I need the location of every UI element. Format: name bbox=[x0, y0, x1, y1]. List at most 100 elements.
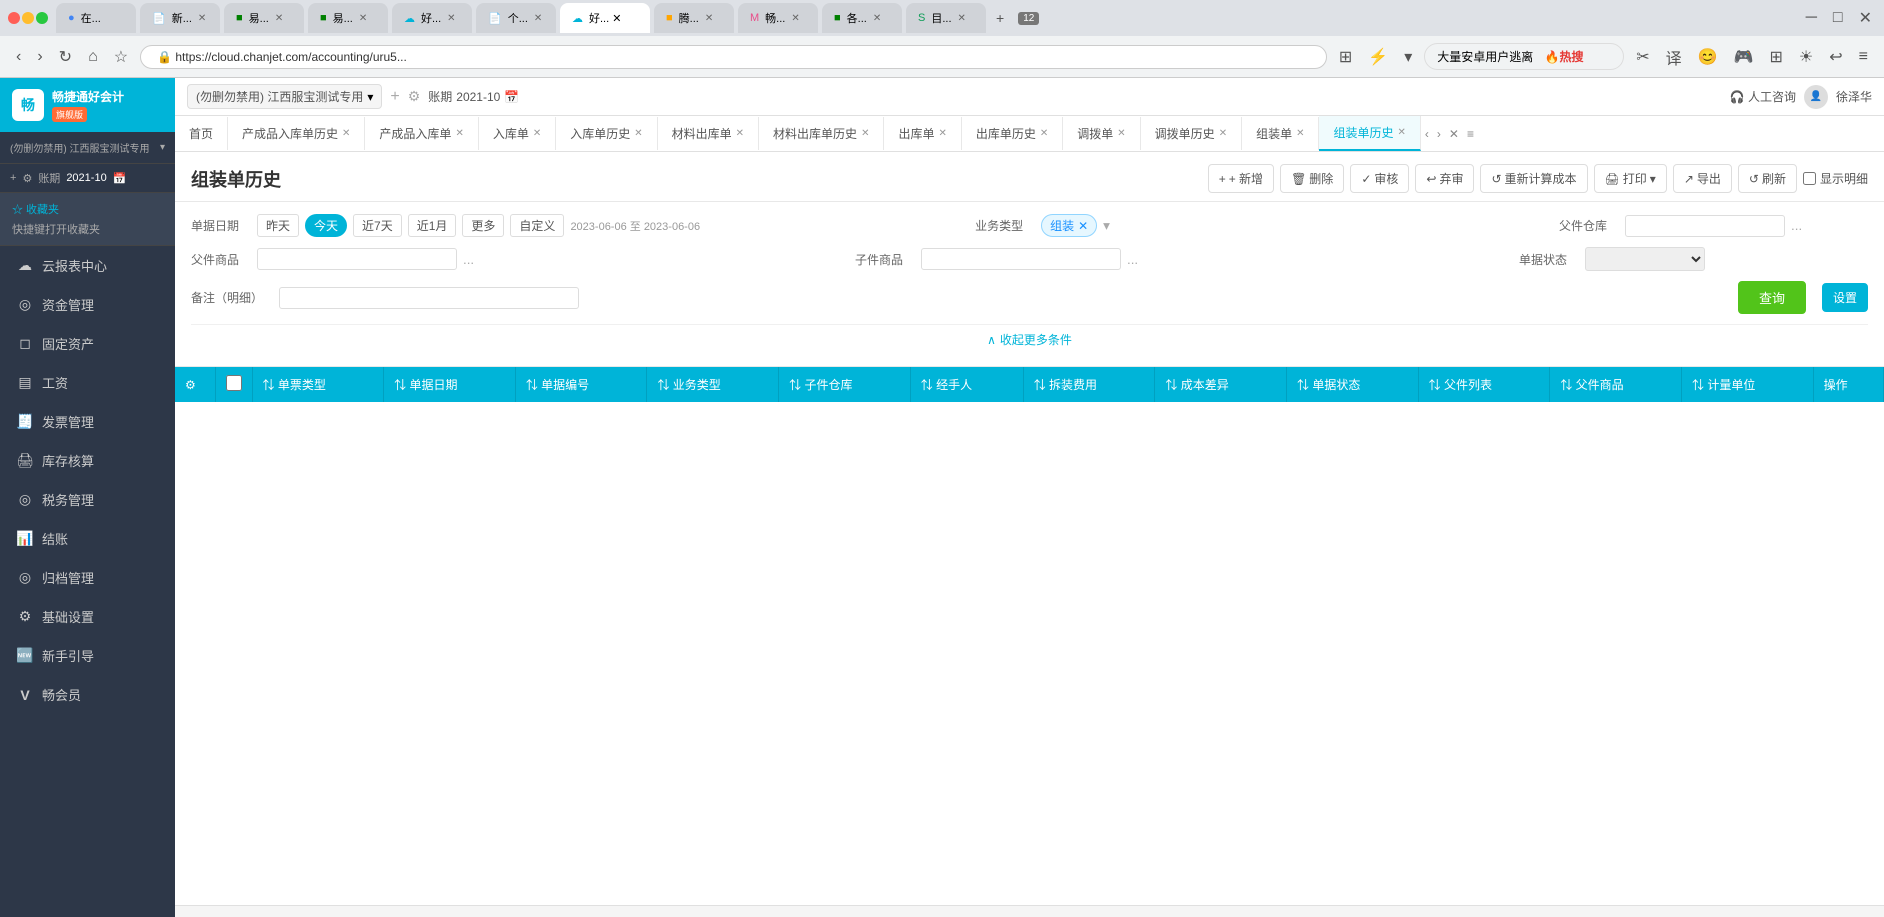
sun-btn[interactable]: ☀ bbox=[1795, 43, 1817, 71]
service-label[interactable]: 🎧 人工咨询 bbox=[1730, 88, 1796, 105]
game-btn[interactable]: 🎮 bbox=[1730, 43, 1758, 71]
th-date[interactable]: ⇅ 单据日期 bbox=[384, 367, 516, 402]
tab-assembly-history[interactable]: 组装单历史 ✕ bbox=[1319, 116, 1420, 151]
tab-outbound-close[interactable]: ✕ bbox=[938, 128, 946, 139]
tab-close-4[interactable]: ✕ bbox=[359, 13, 367, 24]
browser-search[interactable]: 大量安卓用户逃离 🔥热搜 bbox=[1424, 43, 1624, 70]
tab-close-9[interactable]: ✕ bbox=[705, 13, 713, 24]
collapse-filters-btn[interactable]: ∧ 收起更多条件 bbox=[191, 324, 1868, 354]
emoji-btn[interactable]: 😊 bbox=[1694, 43, 1722, 71]
tabs-close-all[interactable]: ✕ bbox=[1445, 127, 1463, 141]
sidebar-item-cloud-report[interactable]: ☁ 云报表中心 bbox=[0, 246, 175, 285]
tabs-right-arrow[interactable]: › bbox=[1433, 127, 1445, 141]
tab-inbound-history-close[interactable]: ✕ bbox=[634, 128, 642, 139]
column-settings-icon[interactable]: ⚙ bbox=[185, 378, 196, 392]
sidebar-item-invoice-mgmt[interactable]: 🧾 发票管理 bbox=[0, 402, 175, 441]
th-business-type[interactable]: ⇅ 业务类型 bbox=[647, 367, 779, 402]
company-settings-btn[interactable]: ⚙ bbox=[408, 88, 421, 105]
sidebar-item-archive-mgmt[interactable]: ◎ 归档管理 bbox=[0, 558, 175, 597]
new-tab-btn[interactable]: + bbox=[990, 8, 1010, 28]
back-btn[interactable]: ‹ bbox=[12, 44, 25, 70]
th-parent-list[interactable]: ⇅ 父件列表 bbox=[1418, 367, 1550, 402]
sidebar-item-tax-mgmt[interactable]: ◎ 税务管理 bbox=[0, 480, 175, 519]
browser-tab-2[interactable]: 📄新... ✕ bbox=[140, 3, 220, 33]
sidebar-item-inventory[interactable]: 🖨 库存核算 bbox=[0, 441, 175, 480]
tab-outbound-history-close[interactable]: ✕ bbox=[1040, 128, 1048, 139]
tab-assembly-history-close[interactable]: ✕ bbox=[1398, 127, 1406, 138]
tab-product-inbound-history[interactable]: 产成品入库单历史 ✕ bbox=[228, 117, 365, 150]
th-settings[interactable]: ⚙ bbox=[175, 367, 215, 402]
tab-home[interactable]: 首页 bbox=[175, 117, 228, 150]
tab-inbound[interactable]: 入库单 ✕ bbox=[479, 117, 556, 150]
bookmarks-title[interactable]: ☆ 收藏夹 bbox=[12, 201, 163, 217]
parent-goods-input[interactable] bbox=[257, 248, 457, 270]
company-selector[interactable]: (勿删勿禁用) 江西服宝测试专用 ▾ bbox=[187, 84, 382, 109]
tab-material-outbound-history[interactable]: 材料出库单历史 ✕ bbox=[759, 117, 884, 150]
tab-transfer-history[interactable]: 调拨单历史 ✕ bbox=[1141, 117, 1242, 150]
remark-input[interactable] bbox=[279, 287, 579, 309]
browser-tab-9[interactable]: ■腾... ✕ bbox=[654, 3, 734, 33]
browser-tab-4[interactable]: ■易... ✕ bbox=[308, 3, 388, 33]
tab-close-10[interactable]: ✕ bbox=[791, 13, 799, 24]
bookmark-btn[interactable]: ☆ bbox=[110, 43, 132, 71]
tab-close-2[interactable]: ✕ bbox=[198, 13, 206, 24]
order-status-select[interactable] bbox=[1585, 247, 1705, 271]
menu-btn[interactable]: ≡ bbox=[1855, 44, 1872, 70]
tab-material-outbound-history-close[interactable]: ✕ bbox=[861, 128, 869, 139]
tab-close-12[interactable]: ✕ bbox=[958, 13, 966, 24]
export-btn[interactable]: ↗ 导出 bbox=[1673, 164, 1732, 193]
th-disassembly-fee[interactable]: ⇅ 拆装费用 bbox=[1023, 367, 1155, 402]
translate-btn[interactable]: 译 bbox=[1662, 41, 1686, 73]
th-handler[interactable]: ⇅ 经手人 bbox=[910, 367, 1023, 402]
select-all-checkbox[interactable] bbox=[226, 375, 242, 391]
sidebar-item-basic-settings[interactable]: ⚙ 基础设置 bbox=[0, 597, 175, 636]
refresh-btn[interactable]: ↺ 刷新 bbox=[1738, 164, 1797, 193]
url-bar[interactable]: 🔒 https://cloud.chanjet.com/accounting/u… bbox=[140, 45, 1327, 69]
recalculate-btn[interactable]: ↺ 重新计算成本 bbox=[1480, 164, 1587, 193]
parent-goods-more[interactable]: ... bbox=[463, 252, 474, 267]
business-type-remove[interactable]: ✕ bbox=[1078, 219, 1088, 233]
sidebar-item-member[interactable]: V 畅会员 bbox=[0, 675, 175, 714]
lightning-btn[interactable]: ⚡ bbox=[1364, 43, 1392, 71]
bottom-scrollbar[interactable] bbox=[175, 905, 1884, 917]
sidebar-item-fixed-assets[interactable]: ◻ 固定资产 bbox=[0, 324, 175, 363]
th-unit[interactable]: ⇅ 计量单位 bbox=[1681, 367, 1813, 402]
tab-material-outbound[interactable]: 材料出库单 ✕ bbox=[658, 117, 759, 150]
tab-close-5[interactable]: ✕ bbox=[447, 13, 455, 24]
add-period-btn[interactable]: + bbox=[10, 172, 16, 184]
tab-product-inbound-close[interactable]: ✕ bbox=[455, 128, 463, 139]
th-checkbox[interactable] bbox=[215, 367, 252, 402]
tabs-left-arrow[interactable]: ‹ bbox=[1421, 127, 1433, 141]
undo-btn[interactable]: ↩ bbox=[1825, 43, 1846, 71]
forward-btn[interactable]: › bbox=[33, 44, 46, 70]
audit-btn[interactable]: ✓ 审核 bbox=[1350, 164, 1409, 193]
tab-material-outbound-close[interactable]: ✕ bbox=[736, 128, 744, 139]
scissors-btn[interactable]: ✂ bbox=[1632, 43, 1653, 71]
calendar-icon[interactable]: 📅 bbox=[113, 172, 127, 185]
tabs-menu[interactable]: ≡ bbox=[1463, 127, 1478, 141]
browser-tab-11[interactable]: ■各... ✕ bbox=[822, 3, 902, 33]
tab-assembly[interactable]: 组装单 ✕ bbox=[1242, 117, 1319, 150]
sidebar-item-salary[interactable]: ▤ 工资 bbox=[0, 363, 175, 402]
sidebar-item-new-guide[interactable]: 🆕 新手引导 bbox=[0, 636, 175, 675]
tab-product-inbound-history-close[interactable]: ✕ bbox=[342, 128, 350, 139]
tab-inbound-close[interactable]: ✕ bbox=[533, 128, 541, 139]
tab-assembly-close[interactable]: ✕ bbox=[1296, 128, 1304, 139]
settings-period-btn[interactable]: ⚙ bbox=[22, 172, 32, 185]
show-detail-checkbox[interactable] bbox=[1803, 172, 1816, 185]
date-1month-btn[interactable]: 近1月 bbox=[408, 214, 457, 237]
query-btn[interactable]: 查询 bbox=[1738, 281, 1806, 314]
print-btn[interactable]: 🖨 打印 ▾ bbox=[1594, 164, 1667, 193]
delete-btn[interactable]: 🗑 删除 bbox=[1280, 164, 1344, 193]
abandon-btn[interactable]: ↩ 弃审 bbox=[1415, 164, 1474, 193]
tab-transfer-history-close[interactable]: ✕ bbox=[1219, 128, 1227, 139]
qr-btn[interactable]: ⊞ bbox=[1335, 43, 1356, 71]
tab-transfer-close[interactable]: ✕ bbox=[1117, 128, 1125, 139]
home-btn[interactable]: ⌂ bbox=[84, 44, 102, 70]
tab-inbound-history[interactable]: 入库单历史 ✕ bbox=[556, 117, 657, 150]
child-goods-input[interactable] bbox=[921, 248, 1121, 270]
browser-tab-3[interactable]: ■易... ✕ bbox=[224, 3, 304, 33]
business-type-dropdown[interactable]: ▾ bbox=[1103, 218, 1110, 234]
config-btn[interactable]: 设置 bbox=[1822, 283, 1868, 312]
date-today-btn[interactable]: 今天 bbox=[305, 214, 347, 237]
